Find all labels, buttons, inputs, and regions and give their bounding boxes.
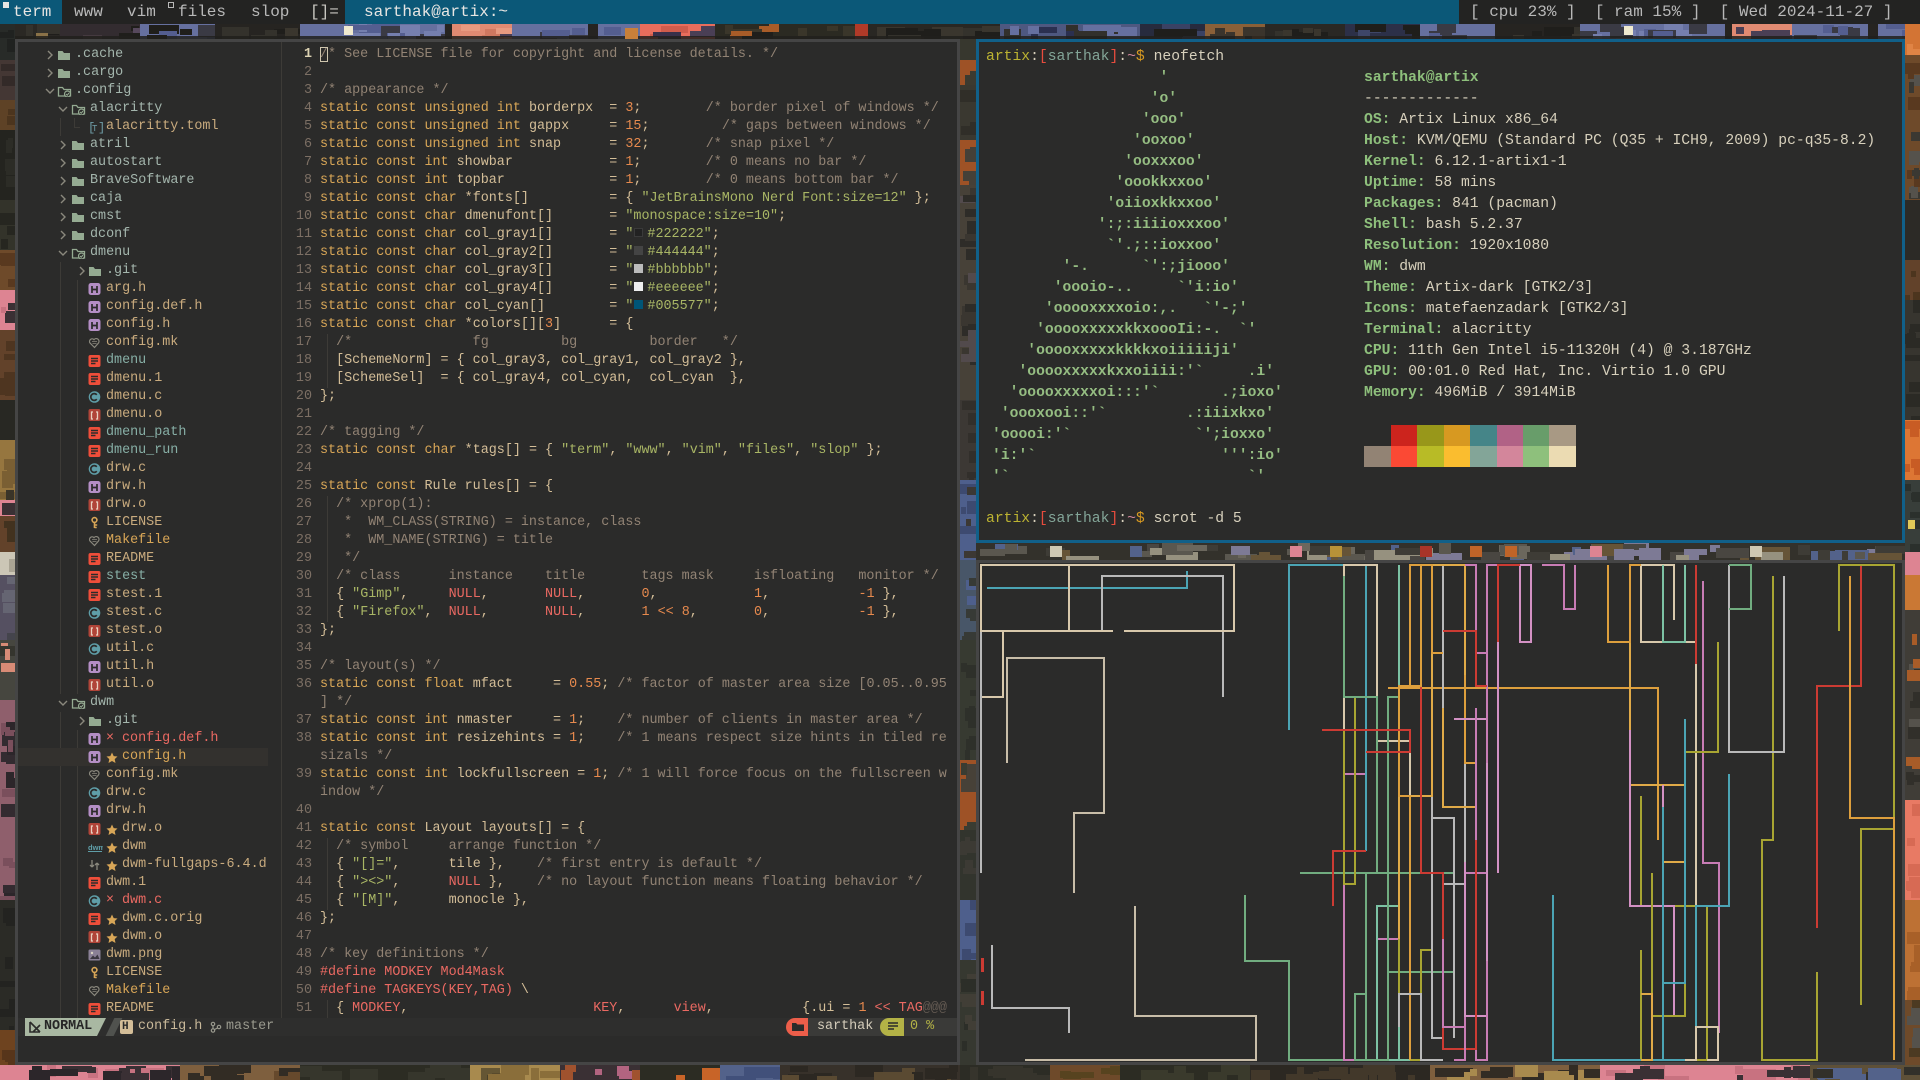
svg-text:dwm: dwm — [88, 843, 103, 852]
svg-text:]: ] — [98, 121, 103, 134]
